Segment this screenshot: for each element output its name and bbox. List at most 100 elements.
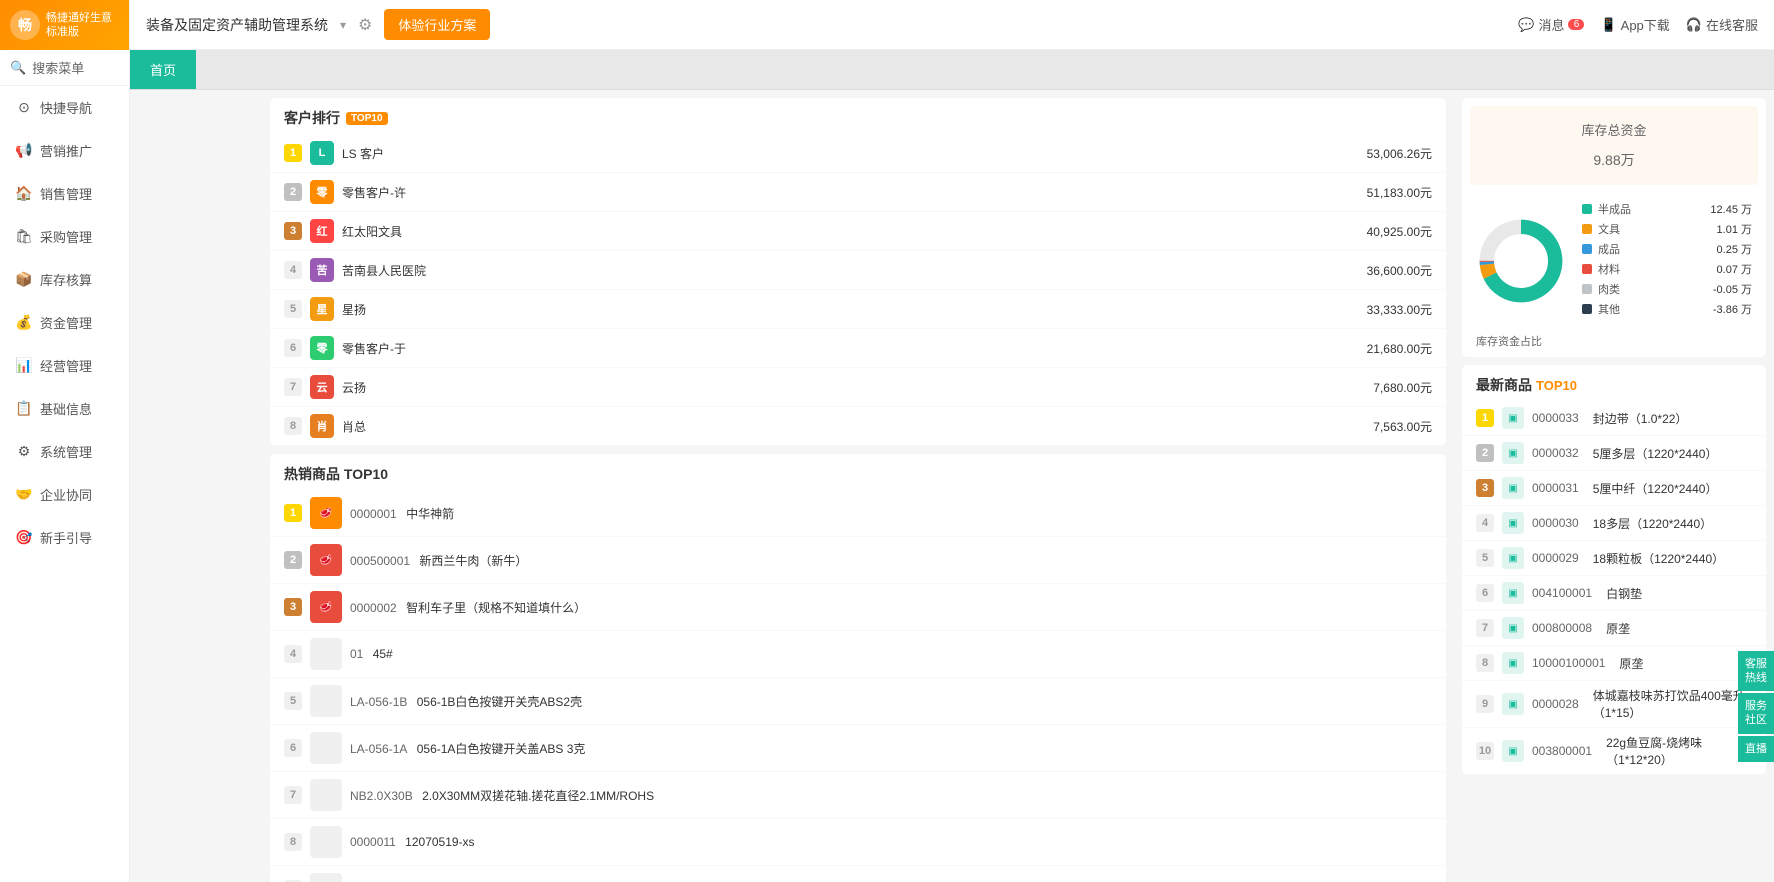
rank-number-8: 8	[284, 417, 302, 435]
hot-product-row: 1 🥩 0000001 中华神箭	[270, 490, 1446, 537]
product-info: LA-056-1B 056-1B白色按键开关壳ABS2壳	[350, 693, 1432, 710]
sidebar-item-marketing[interactable]: 📢 营销推广	[0, 129, 129, 172]
trial-button[interactable]: 体验行业方案	[384, 9, 490, 40]
newest-top10: TOP10	[1536, 378, 1577, 393]
customer-amount: 7,680.00元	[1373, 379, 1432, 396]
message-icon: 💬	[1518, 17, 1534, 33]
new-product-icon: ▣	[1502, 547, 1524, 569]
new-rank-2: 2	[1476, 444, 1494, 462]
customer-name: 苦南县人民医院	[342, 262, 1359, 279]
customer-rank-row: 2 零 零售客户-许 51,183.00元	[270, 173, 1446, 212]
new-rank-6: 6	[1476, 584, 1494, 602]
service-button[interactable]: 🎧 在线客服	[1686, 15, 1758, 34]
newest-products-title: 最新商品	[1476, 375, 1532, 395]
new-product-icon: ▣	[1502, 617, 1524, 639]
sidebar-item-company[interactable]: 🤝 企业协同	[0, 473, 129, 516]
right-panel: 库存总资金 9.88万	[1454, 90, 1774, 882]
float-service-hotline[interactable]: 客服 热线	[1738, 651, 1774, 692]
customer-rank-row: 6 零 零售客户-于 21,680.00元	[270, 329, 1446, 368]
sidebar-item-guide[interactable]: 🎯 新手引导	[0, 516, 129, 559]
topbar-right: 💬 消息 6 📱 App下载 🎧 在线客服	[1518, 15, 1758, 34]
sidebar-item-finance[interactable]: 💰 资金管理	[0, 301, 129, 344]
customer-rank-row: 7 云 云扬 7,680.00元	[270, 368, 1446, 407]
customer-rank-card: 客户排行 TOP10 1 L LS 客户 53,006.26元 2 零	[270, 98, 1446, 446]
content-left-blank	[130, 90, 270, 882]
legend-dot-4	[1582, 264, 1592, 274]
customer-avatar: 星	[310, 297, 334, 321]
search-menu[interactable]: 🔍 搜索菜单	[0, 50, 129, 86]
customer-amount: 36,600.00元	[1367, 262, 1432, 279]
sidebar-item-operation[interactable]: 📊 经营管理	[0, 344, 129, 387]
legend-item-3: 成品 0.25 万	[1582, 241, 1752, 257]
message-button[interactable]: 💬 消息 6	[1518, 15, 1584, 34]
customer-amount: 21,680.00元	[1367, 340, 1432, 357]
product-info: 0000011 12070519-xs	[350, 835, 1432, 849]
new-rank-7: 7	[1476, 619, 1494, 637]
float-service: 客服 热线 服务 社区 直播	[1738, 651, 1774, 762]
nav-icon-purchase: 🛍	[16, 229, 32, 245]
customer-rank-row: 5 星 星扬 33,333.00元	[270, 290, 1446, 329]
product-info: 01 45#	[350, 647, 1432, 661]
new-rank-4: 4	[1476, 514, 1494, 532]
product-image-placeholder	[310, 779, 342, 811]
new-product-row: 8 ▣ 10000100001 原垄	[1462, 646, 1766, 681]
logo-area: 畅 畅捷通好生意 标准版	[0, 0, 129, 50]
rank-number-3: 3	[284, 222, 302, 240]
hot-rank-2: 2	[284, 551, 302, 569]
tab-home[interactable]: 首页	[130, 50, 196, 89]
new-product-row: 7 ▣ 000800008 原垄	[1462, 611, 1766, 646]
main-area: 装备及固定资产辅助管理系统 ▾ ⚙ 体验行业方案 💬 消息 6 📱 App下载 …	[130, 0, 1774, 882]
sidebar-nav: ⊙ 快捷导航 📢 营销推广 🏠 销售管理 🛍 采购管理 📦 库存核算 💰 资金管…	[0, 86, 129, 882]
float-service-community[interactable]: 服务 社区	[1738, 693, 1774, 734]
product-info: LA-056-1A 056-1A白色按键开关盖ABS 3克	[350, 740, 1432, 757]
sidebar-item-inventory[interactable]: 📦 库存核算	[0, 258, 129, 301]
customer-rank-title-bar: 客户排行 TOP10	[270, 98, 1446, 134]
nav-icon-system: ⚙	[16, 444, 32, 460]
customer-rank-row: 1 L LS 客户 53,006.26元	[270, 134, 1446, 173]
hot-products-card: 热销商品 TOP10 1 🥩 0000001 中华神箭 2 🥩	[270, 454, 1446, 882]
nav-icon-quick: ⊙	[16, 100, 32, 116]
product-image-placeholder	[310, 685, 342, 717]
topbar: 装备及固定资产辅助管理系统 ▾ ⚙ 体验行业方案 💬 消息 6 📱 App下载 …	[130, 0, 1774, 50]
gear-icon[interactable]: ⚙	[358, 15, 372, 35]
new-rank-3: 3	[1476, 479, 1494, 497]
inventory-label: 库存总资金	[1484, 120, 1744, 139]
new-product-row: 6 ▣ 004100001 白钢垫	[1462, 576, 1766, 611]
sidebar-item-sales[interactable]: 🏠 销售管理	[0, 172, 129, 215]
product-image-placeholder	[310, 826, 342, 858]
new-product-row: 10 ▣ 003800001 22g鱼豆腐-烧烤味（1*12*20）	[1462, 728, 1766, 775]
customer-top10-badge: TOP10	[346, 112, 388, 125]
customer-amount: 33,333.00元	[1367, 301, 1432, 318]
middle-panel: 客户排行 TOP10 1 L LS 客户 53,006.26元 2 零	[270, 90, 1454, 882]
inventory-donut-chart	[1476, 216, 1566, 306]
hot-product-row: 2 🥩 000500001 新西兰牛肉（新牛）	[270, 537, 1446, 584]
customer-amount: 53,006.26元	[1367, 145, 1432, 162]
product-info: 000500001 新西兰牛肉（新牛）	[350, 552, 1432, 569]
sidebar-item-quick-nav[interactable]: ⊙ 快捷导航	[0, 86, 129, 129]
nav-icon-finance: 💰	[16, 315, 32, 331]
sidebar-item-purchase[interactable]: 🛍 采购管理	[0, 215, 129, 258]
hot-product-row: 3 🥩 0000002 智利车子里（规格不知道填什么）	[270, 584, 1446, 631]
float-live-btn[interactable]: 直播	[1738, 736, 1774, 762]
sidebar-item-system[interactable]: ⚙ 系统管理	[0, 430, 129, 473]
rank-number-1: 1	[284, 144, 302, 162]
product-info: 0000001 中华神箭	[350, 505, 1432, 522]
product-info: 0000002 智利车子里（规格不知道填什么）	[350, 599, 1432, 616]
newest-products-card: 最新商品 TOP10 1 ▣ 0000033 封边带（1.0*22） 2 ▣ 0…	[1462, 365, 1766, 775]
phone-icon: 📱	[1600, 17, 1616, 33]
rank-number-6: 6	[284, 339, 302, 357]
sidebar-item-base-info[interactable]: 📋 基础信息	[0, 387, 129, 430]
app-download-button[interactable]: 📱 App下载	[1600, 15, 1669, 34]
inventory-total: 库存总资金 9.88万	[1470, 106, 1758, 185]
customer-rank-row: 8 肖 肖总 7,563.00元	[270, 407, 1446, 446]
customer-amount: 40,925.00元	[1367, 223, 1432, 240]
content: 客户排行 TOP10 1 L LS 客户 53,006.26元 2 零	[130, 90, 1774, 882]
hot-rank-1: 1	[284, 504, 302, 522]
customer-rank-row: 3 红 红太阳文具 40,925.00元	[270, 212, 1446, 251]
chevron-down-icon: ▾	[340, 18, 346, 32]
customer-name: 零售客户-于	[342, 340, 1359, 357]
hot-rank-6: 6	[284, 739, 302, 757]
product-info: NB2.0X30B 2.0X30MM双搓花轴.搓花直径2.1MM/ROHS	[350, 787, 1432, 804]
hot-product-row: 9 KK-SD22110H 花语萌偎温分腿睡袋（厚款）	[270, 866, 1446, 882]
customer-name: 星扬	[342, 301, 1359, 318]
